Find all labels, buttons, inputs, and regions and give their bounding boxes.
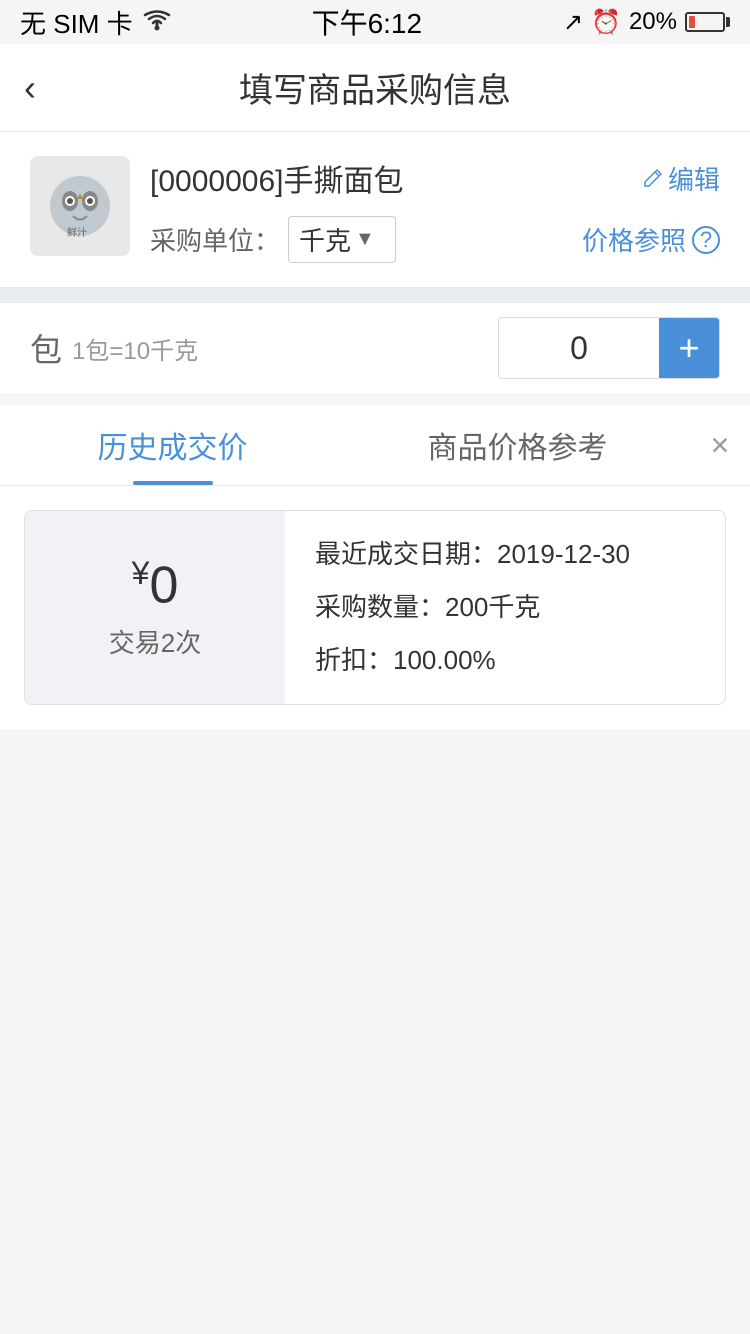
wifi-icon bbox=[143, 7, 171, 38]
svg-text:鲜汁: 鲜汁 bbox=[67, 226, 87, 239]
product-name: [0000006]手撕面包 bbox=[150, 156, 403, 200]
history-price-value: ¥0 bbox=[132, 555, 179, 615]
trade-count: 交易2次 bbox=[109, 623, 201, 660]
nav-bar: ‹ 填写商品采购信息 bbox=[0, 44, 750, 132]
tabs-section: 历史成交价 商品价格参考 × ¥0 交易2次 最近成交日期：2019-12-30… bbox=[0, 405, 750, 729]
currency-symbol: ¥ bbox=[132, 555, 150, 591]
history-details-section: 最近成交日期：2019-12-30 采购数量：200千克 折扣：100.00% bbox=[285, 511, 725, 704]
unit-select[interactable]: 千克 ▼ bbox=[288, 216, 396, 263]
product-info: [0000006]手撕面包 编辑 采购单位： 千克 ▼ 价格参照 ? bbox=[150, 156, 720, 263]
carrier-text: 无 SIM 卡 bbox=[20, 4, 133, 41]
status-bar: 无 SIM 卡 下午6:12 ↗ ⏰ 20% bbox=[0, 0, 750, 44]
edit-button[interactable]: 编辑 bbox=[642, 160, 720, 197]
quantity-input[interactable] bbox=[499, 318, 659, 378]
status-left: 无 SIM 卡 bbox=[20, 4, 171, 41]
tabs-header: 历史成交价 商品价格参考 × bbox=[0, 405, 750, 486]
battery-percent: 20% bbox=[629, 8, 677, 36]
back-button[interactable]: ‹ bbox=[24, 67, 36, 109]
quantity-row: 包 1包=10千克 + bbox=[0, 303, 750, 393]
price-reference-button[interactable]: 价格参照 ? bbox=[582, 221, 720, 258]
history-price-section: ¥0 交易2次 bbox=[25, 511, 285, 704]
tab-product-price-ref[interactable]: 商品价格参考 bbox=[345, 405, 690, 485]
recent-date-row: 最近成交日期：2019-12-30 bbox=[315, 535, 695, 574]
unit-description: 1包=10千克 bbox=[72, 331, 498, 366]
quantity-plus-button[interactable]: + bbox=[659, 318, 719, 378]
tab-close-button[interactable]: × bbox=[690, 405, 750, 485]
alarm-icon: ⏰ bbox=[591, 8, 621, 37]
status-right: ↗ ⏰ 20% bbox=[563, 8, 730, 37]
tab-history-price[interactable]: 历史成交价 bbox=[0, 405, 345, 485]
product-thumbnail: 鲜汁 bbox=[30, 156, 130, 256]
dropdown-arrow-icon: ▼ bbox=[355, 228, 375, 251]
quantity-input-area: + bbox=[498, 317, 720, 379]
battery-icon bbox=[685, 12, 730, 32]
discount-row: 折扣：100.00% bbox=[315, 641, 695, 680]
page-title: 填写商品采购信息 bbox=[239, 63, 511, 112]
history-card: ¥0 交易2次 最近成交日期：2019-12-30 采购数量：200千克 折扣：… bbox=[24, 510, 726, 705]
purchase-quantity-row: 采购数量：200千克 bbox=[315, 588, 695, 627]
history-content: ¥0 交易2次 最近成交日期：2019-12-30 采购数量：200千克 折扣：… bbox=[0, 486, 750, 729]
help-icon: ? bbox=[692, 226, 720, 254]
product-card: 鲜汁 [0000006]手撕面包 编辑 采购单位： 千克 ▼ bbox=[0, 132, 750, 287]
unit-label: 采购单位： 千克 ▼ bbox=[150, 216, 396, 263]
location-icon: ↗ bbox=[563, 8, 583, 37]
status-time: 下午6:12 bbox=[312, 2, 423, 42]
section-divider bbox=[0, 287, 750, 303]
unit-badge: 包 bbox=[30, 325, 62, 371]
